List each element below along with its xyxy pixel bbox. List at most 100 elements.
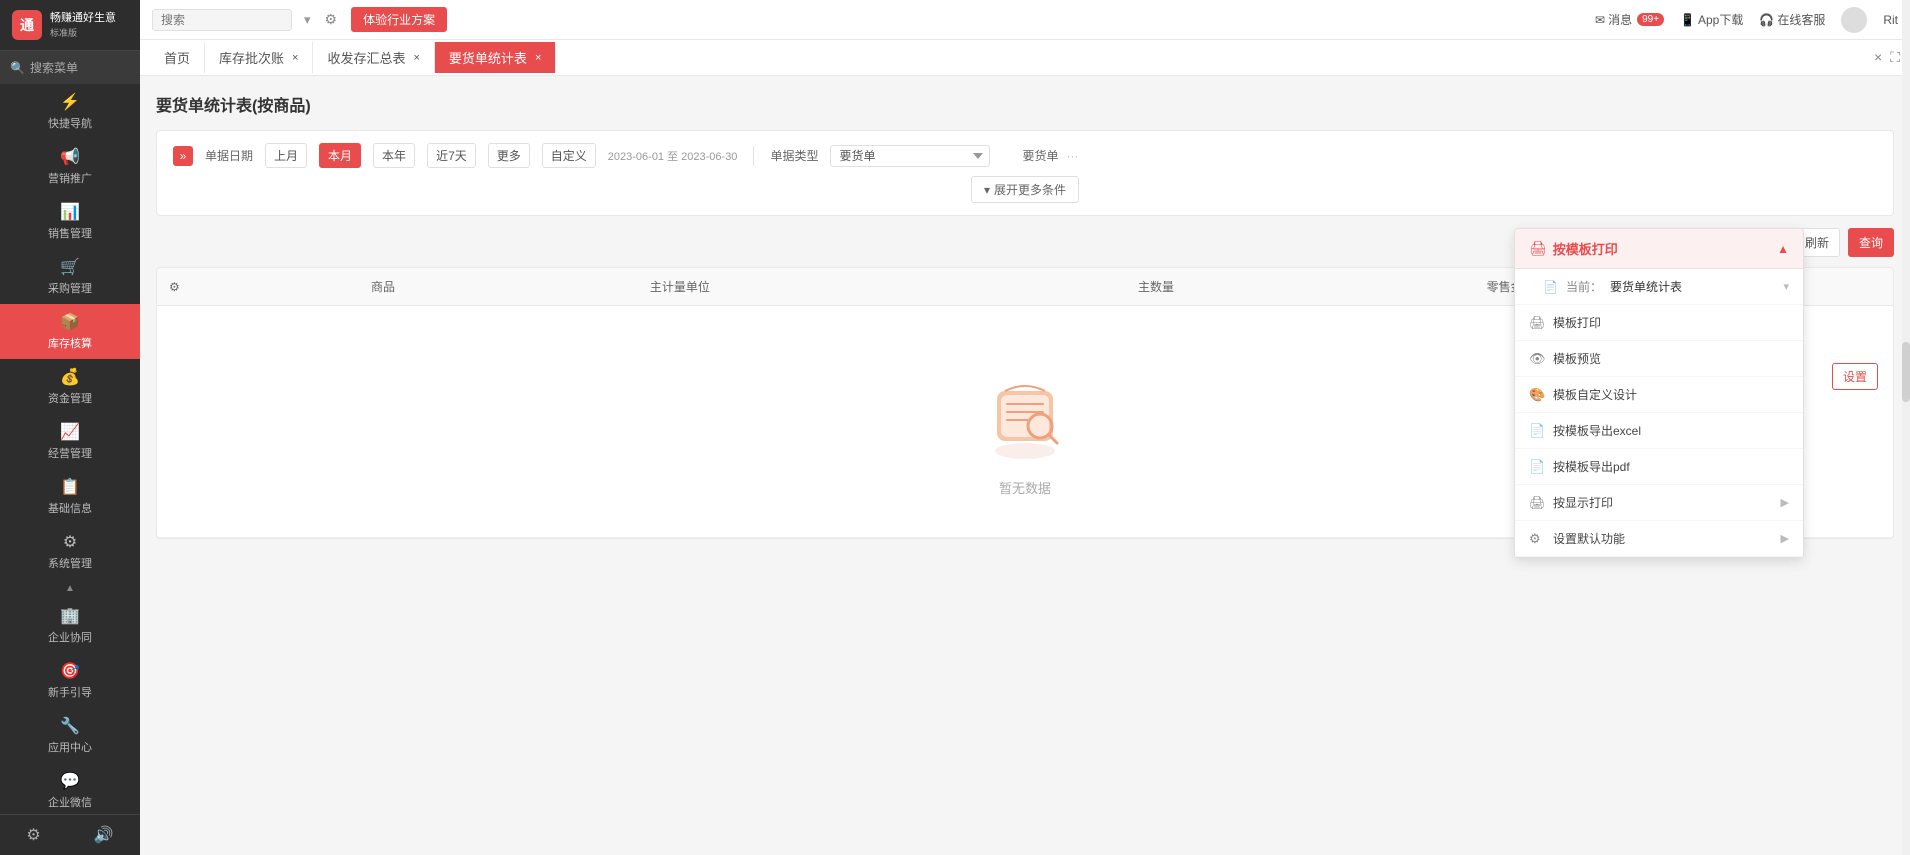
dropdown-item-export-excel[interactable]: 📄 按模板导出excel (1515, 413, 1803, 449)
audio-bottom-btn[interactable]: 🔊 (94, 825, 114, 845)
dropdown-title: 按模板打印 (1553, 239, 1618, 258)
table-gear-col[interactable]: ⚙ (157, 268, 359, 306)
dropdown-close-icon[interactable]: ▲ (1777, 242, 1789, 256)
sidebar-item-guide[interactable]: 🎯 新手引导 (0, 653, 140, 708)
scroll-down-icon: ▲ (65, 583, 75, 594)
topbar: ▾ ⚙ 体验行业方案 ✉ 消息 99+ 📱 App下载 🎧 在线客服 Rit (140, 0, 1910, 40)
tab-home[interactable]: 首页 (150, 42, 205, 73)
logo-text: 畅赚通好生意 (50, 11, 116, 25)
sidebar-bottom: ⚙ 🔊 (0, 814, 140, 855)
export-excel-label: 按模板导出excel (1553, 422, 1641, 439)
right-scrollbar[interactable] (1902, 0, 1910, 855)
tabs-bar: 首页 库存批次账 × 收发存汇总表 × 要货单统计表 × × ⛶ (140, 40, 1910, 76)
filter-more-icon[interactable]: ··· (1066, 149, 1078, 163)
sidebar: 通 畅赚通好生意 标准版 🔍 搜索菜单 ⚡ 快捷导航 📢 营销推广 📊 销售管理… (0, 0, 140, 855)
sidebar-item-label: 销售管理 (48, 225, 92, 241)
topbar-gear-icon[interactable]: ⚙ (325, 11, 338, 28)
type-filter-select[interactable]: 要货单 全部类型 (830, 145, 990, 167)
template-design-label: 模板自定义设计 (1553, 386, 1637, 403)
window-close-btn[interactable]: × (1874, 49, 1882, 66)
query-label: 查询 (1859, 234, 1883, 251)
sidebar-item-finance[interactable]: 💰 资金管理 (0, 359, 140, 414)
sidebar-item-label: 应用中心 (48, 739, 92, 755)
tab-receipt-summary-close[interactable]: × (413, 52, 419, 64)
dropdown-item-template-design[interactable]: 🎨 模板自定义设计 (1515, 377, 1803, 413)
settings-float-btn[interactable]: 设置 (1832, 363, 1878, 390)
purchase-icon: 🛒 (60, 257, 80, 277)
expand-icon: ▾ (984, 183, 990, 197)
logo-icon: 通 (12, 10, 42, 40)
trial-btn[interactable]: 体验行业方案 (351, 7, 447, 32)
app-download-label: App下载 (1698, 11, 1743, 28)
tab-order-stats[interactable]: 要货单统计表 × (435, 42, 556, 73)
sidebar-item-label: 企业微信 (48, 794, 92, 810)
sidebar-item-label: 系统管理 (48, 555, 92, 571)
display-print-arrow: ▶ (1781, 496, 1789, 509)
dropdown-header: 🖨 按模板打印 ▲ (1515, 229, 1803, 269)
table-col-quantity: 主数量 (1126, 268, 1475, 306)
scroll-down-btn[interactable]: ▲ (0, 579, 140, 598)
sidebar-item-sales[interactable]: 📊 销售管理 (0, 194, 140, 249)
app-download-btn[interactable]: 📱 App下载 (1680, 11, 1743, 28)
online-service-btn[interactable]: 🎧 在线客服 (1759, 11, 1825, 28)
window-expand-btn[interactable]: ⛶ (1890, 49, 1900, 66)
dropdown-item-default-function[interactable]: ⚙ 设置默认功能 ▶ (1515, 521, 1803, 557)
date-btn-more[interactable]: 更多 (488, 143, 530, 168)
sidebar-item-operations[interactable]: 📈 经营管理 (0, 414, 140, 469)
dropdown-item-template-print[interactable]: 🖨 模板打印 (1515, 305, 1803, 341)
sidebar-item-label: 资金管理 (48, 390, 92, 406)
logo-sub: 标准版 (50, 26, 116, 39)
table-col-unit: 主计量单位 (638, 268, 1126, 306)
date-btn-prev[interactable]: 上月 (265, 143, 307, 168)
sidebar-search[interactable]: 🔍 搜索菜单 (0, 51, 140, 84)
enterprise-icon: 🏢 (60, 606, 80, 626)
default-function-arrow: ▶ (1781, 532, 1789, 545)
sidebar-item-label: 快捷导航 (48, 115, 92, 131)
tab-order-stats-close[interactable]: × (535, 52, 541, 64)
refresh-label: 刷新 (1805, 234, 1829, 251)
user-avatar[interactable] (1841, 7, 1867, 33)
export-excel-icon: 📄 (1529, 423, 1545, 439)
sidebar-item-inventory[interactable]: 📦 库存核算 (0, 304, 140, 359)
sidebar-item-purchase[interactable]: 🛒 采购管理 (0, 249, 140, 304)
sidebar-item-app-center[interactable]: 🔧 应用中心 (0, 708, 140, 763)
tab-receipt-summary[interactable]: 收发存汇总表 × (313, 42, 434, 73)
date-btn-current[interactable]: 本月 (319, 143, 361, 168)
dropdown-item-export-pdf[interactable]: 📄 按模板导出pdf (1515, 449, 1803, 485)
page-content: 要货单统计表(按商品) » 单据日期 上月 本月 本年 近7天 更多 自定义 2… (140, 76, 1910, 855)
finance-icon: 💰 (60, 367, 80, 387)
dropdown-item-template-preview[interactable]: 👁 模板预览 (1515, 341, 1803, 377)
sidebar-item-label: 经营管理 (48, 445, 92, 461)
basic-icon: 📋 (60, 477, 80, 497)
online-service-label: 在线客服 (1777, 11, 1825, 28)
tab-batch-inventory-close[interactable]: × (292, 52, 298, 64)
sidebar-item-enterprise[interactable]: 🏢 企业协同 (0, 598, 140, 653)
topbar-dropdown-icon[interactable]: ▾ (304, 12, 311, 28)
topbar-search-input[interactable] (152, 9, 292, 31)
scrollbar-thumb[interactable] (1902, 342, 1910, 402)
messages-btn[interactable]: ✉ 消息 99+ (1595, 11, 1664, 28)
expand-more-btn[interactable]: ▾ 展开更多条件 (971, 176, 1079, 203)
sidebar-item-system[interactable]: ⚙ 系统管理 (0, 524, 140, 579)
app-center-icon: 🔧 (60, 716, 80, 736)
tab-batch-inventory[interactable]: 库存批次账 × (205, 42, 313, 73)
sidebar-item-enterprise-wechat[interactable]: 💬 企业微信 (0, 763, 140, 814)
query-btn[interactable]: 查询 (1848, 228, 1894, 257)
expand-label: 展开更多条件 (994, 181, 1066, 198)
filter-card: » 单据日期 上月 本月 本年 近7天 更多 自定义 2023-06-01 至 … (156, 130, 1894, 216)
quick-nav-icon: ⚡ (60, 92, 80, 112)
sidebar-item-basic[interactable]: 📋 基础信息 (0, 469, 140, 524)
sidebar-item-label: 新手引导 (48, 684, 92, 700)
expand-more-row: ▾ 展开更多条件 (173, 176, 1877, 203)
date-btn-year[interactable]: 本年 (373, 143, 415, 168)
dropdown-current-item[interactable]: 📄 当前： 要货单统计表 ▾ (1515, 269, 1803, 305)
sidebar-item-marketing[interactable]: 📢 营销推广 (0, 139, 140, 194)
dropdown-print-icon: 🖨 (1529, 240, 1547, 257)
page-title: 要货单统计表(按商品) (156, 92, 1894, 116)
sidebar-item-quick-nav[interactable]: ⚡ 快捷导航 (0, 84, 140, 139)
date-btn-7days[interactable]: 近7天 (427, 143, 476, 168)
settings-bottom-btn[interactable]: ⚙ (26, 825, 40, 845)
dropdown-item-display-print[interactable]: 🖨 按显示打印 ▶ (1515, 485, 1803, 521)
date-btn-custom[interactable]: 自定义 (542, 143, 596, 168)
filter-expand-btn[interactable]: » (173, 146, 193, 166)
